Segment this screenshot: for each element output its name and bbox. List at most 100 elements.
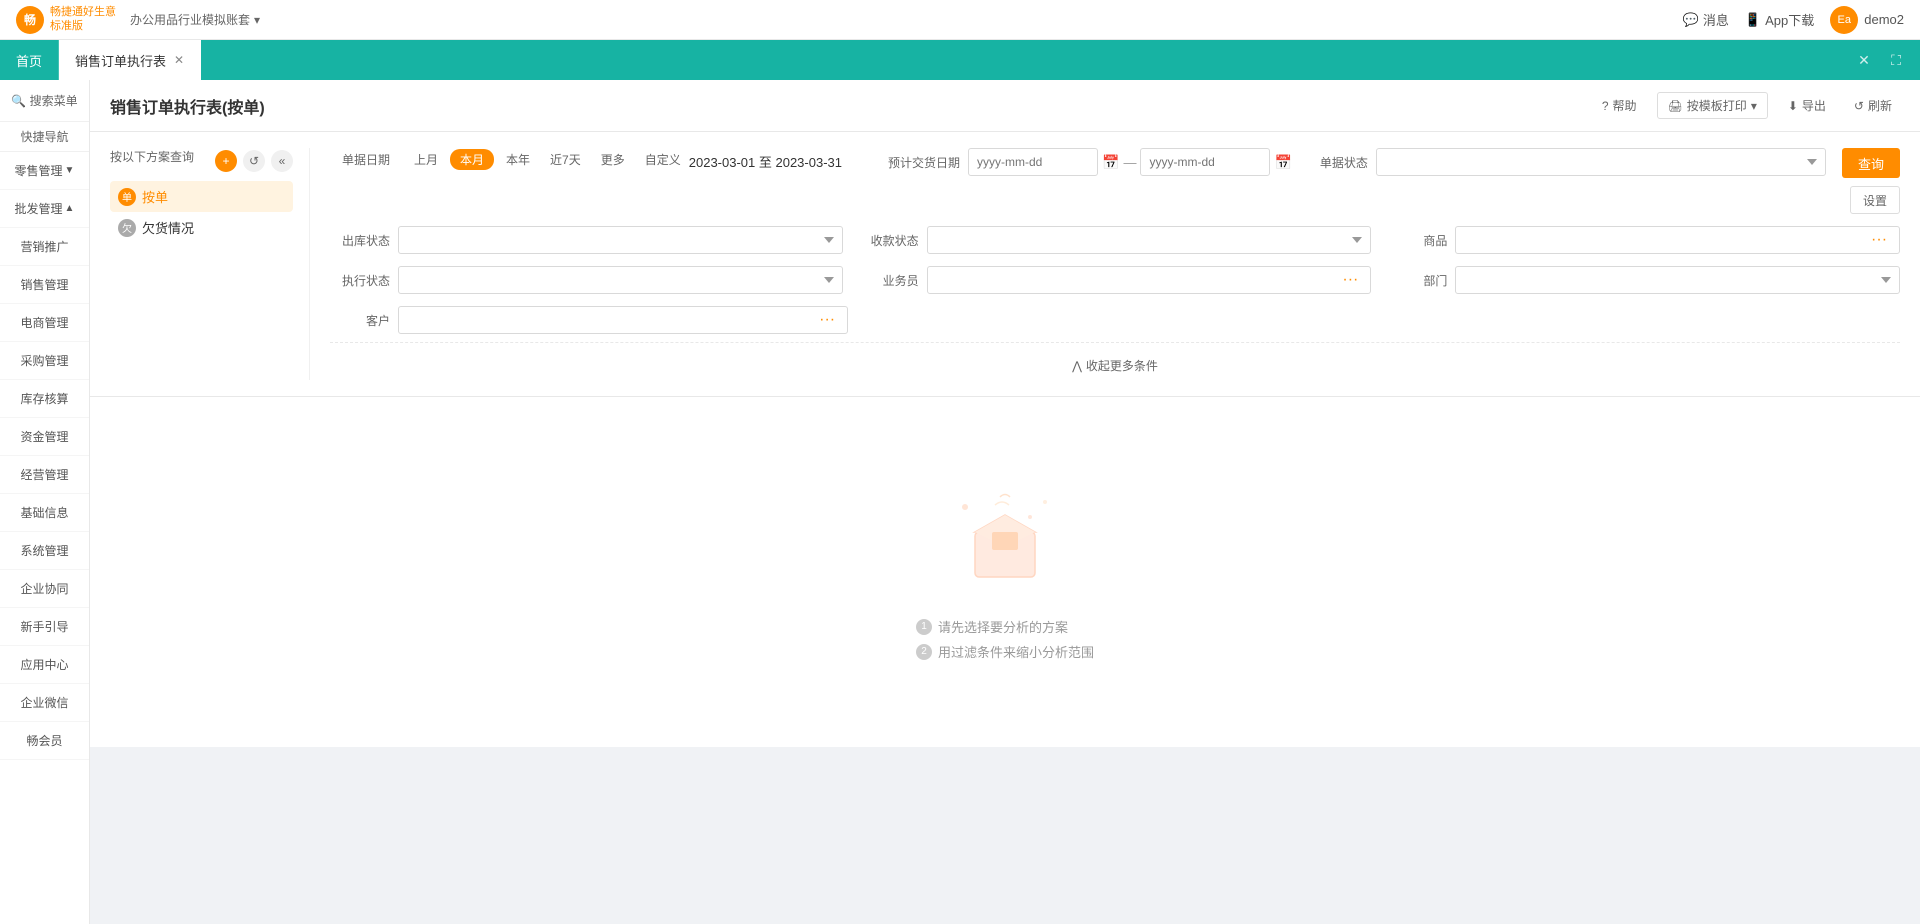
- tab-bar-right: ✕ ⛶: [1852, 48, 1920, 72]
- collapse-more-button[interactable]: ⋀ 收起更多条件: [330, 351, 1900, 380]
- last-7-days-btn[interactable]: 近7天: [542, 149, 589, 170]
- sidebar-item-newbie[interactable]: 新手引导: [0, 608, 89, 646]
- customer-control: ···: [398, 306, 848, 334]
- filter-row-4: 客户 ···: [330, 306, 1900, 334]
- filter-sidebar: 按以下方案查询 + ↺ « 单 按单 欠 欠货情况: [110, 148, 310, 380]
- sidebar-item-system[interactable]: 系统管理: [0, 532, 89, 570]
- last-month-btn[interactable]: 上月: [406, 149, 446, 170]
- refresh-button[interactable]: ↺ 刷新: [1846, 93, 1900, 118]
- sidebar-item-ecommerce[interactable]: 电商管理: [0, 304, 89, 342]
- sidebar-item-member[interactable]: 畅会员: [0, 722, 89, 760]
- salesperson-ellipsis-button[interactable]: ···: [1338, 271, 1362, 289]
- add-scheme-button[interactable]: +: [215, 150, 237, 172]
- tab-close-icon[interactable]: ✕: [174, 53, 184, 67]
- sidebar-item-sales-mgmt[interactable]: 销售管理: [0, 266, 89, 304]
- exec-status-select[interactable]: [398, 266, 843, 294]
- tab-sales-exec[interactable]: 销售订单执行表 ✕: [59, 40, 201, 80]
- search-menu-button[interactable]: 🔍 搜索菜单: [8, 88, 81, 113]
- more-btn[interactable]: 更多: [593, 149, 633, 170]
- message-icon: 💬: [1683, 12, 1699, 28]
- empty-state: 1 请先选择要分析的方案 2 用过滤条件来缩小分析范围: [90, 397, 1920, 747]
- sidebar-item-marketing[interactable]: 营销推广: [0, 228, 89, 266]
- help-button[interactable]: ? 帮助: [1594, 93, 1645, 118]
- sidebar-item-finance[interactable]: 资金管理: [0, 418, 89, 456]
- department-select[interactable]: [1455, 266, 1900, 294]
- goods-input[interactable]: [1464, 233, 1867, 247]
- query-btn-group: 查询 设置: [1842, 148, 1900, 214]
- customer-input[interactable]: [407, 313, 815, 327]
- customer-label: 客户: [330, 312, 390, 329]
- calendar-icon-to[interactable]: 📅: [1274, 154, 1291, 171]
- sidebar-item-inventory[interactable]: 库存核算: [0, 380, 89, 418]
- sidebar-item-retail-mgmt[interactable]: 零售管理 ▼: [0, 152, 89, 190]
- sidebar-item-operations[interactable]: 经营管理: [0, 456, 89, 494]
- quick-nav-button[interactable]: 快捷导航: [0, 122, 89, 152]
- goods-control: ···: [1455, 226, 1900, 254]
- doc-date-control: 上月 本月 本年 近7天 更多 自定义 2023-03-01 至 2023-03…: [398, 148, 842, 171]
- expected-date-from[interactable]: [968, 148, 1098, 176]
- empty-tips: 1 请先选择要分析的方案 2 用过滤条件来缩小分析范围: [916, 617, 1094, 667]
- sidebar-item-app-center[interactable]: 应用中心: [0, 646, 89, 684]
- current-month-btn[interactable]: 本月: [450, 149, 494, 170]
- search-icon: 🔍: [11, 94, 26, 108]
- expected-date-field: 预计交货日期 📅 — 📅: [888, 148, 1292, 176]
- expected-date-to[interactable]: [1140, 148, 1270, 176]
- sidebar: 🔍 搜索菜单 快捷导航 零售管理 ▼ 批发管理 ▲ 营销推广 销售管理 电商管理…: [0, 80, 90, 924]
- scheme-arrears[interactable]: 欠 欠货情况: [110, 212, 293, 243]
- salesperson-input[interactable]: [936, 273, 1339, 287]
- app-selector[interactable]: 办公用品行业模拟账套 ▾: [124, 9, 266, 30]
- filter-row-2: 出库状态 收款状态: [330, 226, 1900, 254]
- exec-status-label: 执行状态: [330, 272, 390, 289]
- top-bar-right: 💬 消息 📱 App下载 Ea demo2: [1683, 6, 1904, 34]
- fullscreen-button[interactable]: ⛶: [1884, 48, 1908, 72]
- close-all-tabs-button[interactable]: ✕: [1852, 48, 1876, 72]
- scheme-icon-gray: 欠: [118, 219, 136, 237]
- outbound-status-select[interactable]: [398, 226, 843, 254]
- sidebar-item-purchase[interactable]: 采购管理: [0, 342, 89, 380]
- current-year-btn[interactable]: 本年: [498, 149, 538, 170]
- collapse-sidebar-button[interactable]: «: [271, 150, 293, 172]
- receivable-status-field: 收款状态: [859, 226, 1372, 254]
- outbound-status-label: 出库状态: [330, 232, 390, 249]
- customer-ellipsis-button[interactable]: ···: [815, 311, 839, 329]
- app-download-button[interactable]: 📱 App下载: [1745, 10, 1814, 29]
- expected-date-label: 预计交货日期: [888, 154, 960, 171]
- refresh-scheme-button[interactable]: ↺: [243, 150, 265, 172]
- sidebar-item-wholesale-mgmt[interactable]: 批发管理 ▲: [0, 190, 89, 228]
- exec-status-control: [398, 266, 843, 294]
- scheme-press-single[interactable]: 单 按单: [110, 181, 293, 212]
- receivable-status-control: [927, 226, 1372, 254]
- doc-status-select[interactable]: [1376, 148, 1826, 176]
- export-button[interactable]: ⬇ 导出: [1780, 93, 1834, 118]
- custom-btn[interactable]: 自定义: [637, 149, 689, 170]
- page-title: 销售订单执行表(按单): [110, 94, 265, 118]
- filter-sidebar-actions: + ↺ «: [215, 150, 293, 172]
- top-bar: 畅 畅捷通好生意 标准版 办公用品行业模拟账套 ▾ 💬 消息 📱 App下载 E…: [0, 0, 1920, 40]
- refresh-icon: ↺: [1854, 99, 1864, 113]
- app-download-icon: 📱: [1745, 12, 1761, 28]
- calendar-icon-from[interactable]: 📅: [1102, 154, 1119, 171]
- sidebar-item-enterprise-wechat[interactable]: 企业微信: [0, 684, 89, 722]
- query-button[interactable]: 查询: [1842, 148, 1900, 178]
- expected-date-control: 📅 — 📅: [968, 148, 1292, 176]
- sidebar-item-basic-info[interactable]: 基础信息: [0, 494, 89, 532]
- sidebar-item-enterprise[interactable]: 企业协同: [0, 570, 89, 608]
- print-button[interactable]: 🖨 按模板打印 ▾: [1657, 92, 1768, 119]
- chevron-down-icon: ▾: [1751, 99, 1757, 113]
- filter-sidebar-title: 按以下方案查询: [110, 148, 194, 165]
- print-icon: 🖨: [1668, 99, 1683, 113]
- user-area[interactable]: Ea demo2: [1830, 6, 1904, 34]
- collapse-icon: ⋀: [1072, 359, 1082, 373]
- doc-status-field: 单据状态: [1308, 148, 1826, 176]
- logo-icon: 畅: [16, 6, 44, 34]
- receivable-status-select[interactable]: [927, 226, 1372, 254]
- tab-home[interactable]: 首页: [0, 40, 59, 80]
- filter-row-1: 单据日期 上月 本月 本年 近7天 更多 自定义 20: [330, 148, 1900, 214]
- goods-ellipsis-button[interactable]: ···: [1867, 231, 1891, 249]
- message-button[interactable]: 💬 消息: [1683, 10, 1729, 29]
- doc-date-field: 单据日期 上月 本月 本年 近7天 更多 自定义 20: [330, 148, 842, 171]
- settings-button[interactable]: 设置: [1850, 186, 1900, 214]
- sidebar-search-area: 🔍 搜索菜单: [0, 80, 89, 122]
- filter-divider: [330, 342, 1900, 343]
- department-label: 部门: [1387, 272, 1447, 289]
